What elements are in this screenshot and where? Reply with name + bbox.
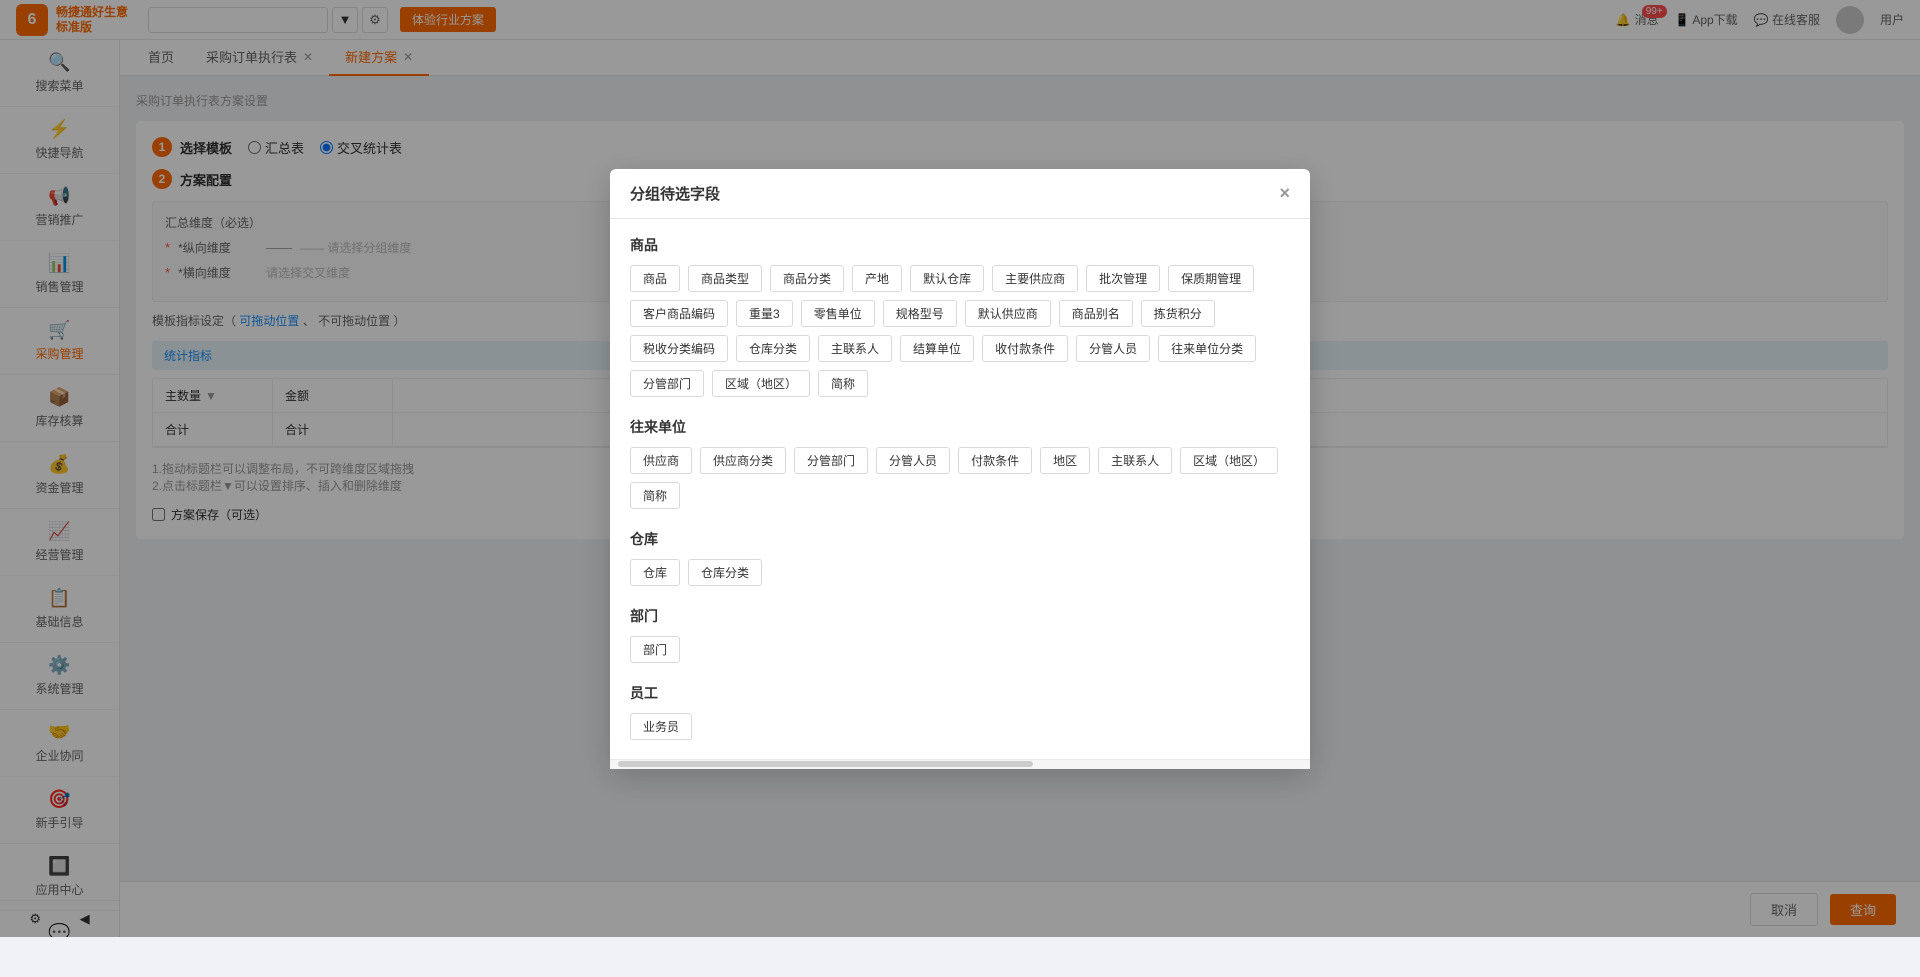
field-tag-goods[interactable]: 商品 (630, 265, 680, 292)
field-tag-supervisor2[interactable]: 分管人员 (876, 447, 950, 474)
field-tag-origin[interactable]: 产地 (852, 265, 902, 292)
field-tag-supplier-category[interactable]: 供应商分类 (700, 447, 786, 474)
field-tag-region-area[interactable]: 区域（地区） (1180, 447, 1278, 474)
field-tag-supervisor[interactable]: 分管人员 (1076, 335, 1150, 362)
field-tag-default-warehouse[interactable]: 默认仓库 (910, 265, 984, 292)
field-tag-dept-managed2[interactable]: 分管部门 (794, 447, 868, 474)
field-tag-dept-managed[interactable]: 分管部门 (630, 370, 704, 397)
field-tag-retail-unit[interactable]: 零售单位 (801, 300, 875, 327)
field-tag-payment-cond[interactable]: 付款条件 (958, 447, 1032, 474)
field-tag-warehouse[interactable]: 仓库 (630, 559, 680, 586)
field-tag-goods-alias[interactable]: 商品别名 (1059, 300, 1133, 327)
modal-close-button[interactable]: × (1279, 183, 1290, 204)
field-tag-region2[interactable]: 地区 (1040, 447, 1090, 474)
field-tag-dept[interactable]: 部门 (630, 636, 680, 663)
field-section-warehouse: 仓库 仓库 仓库分类 (630, 529, 1290, 586)
field-tag-sales-staff[interactable]: 业务员 (630, 713, 692, 740)
field-tag-expiry-mgmt[interactable]: 保质期管理 (1168, 265, 1254, 292)
modal-scrollbar-x[interactable] (610, 759, 1310, 769)
dept-section-title: 部门 (630, 606, 1290, 626)
field-tag-default-supplier[interactable]: 默认供应商 (965, 300, 1051, 327)
dept-field-tags: 部门 (630, 636, 1290, 663)
field-tag-warehouse-category[interactable]: 仓库分类 (736, 335, 810, 362)
goods-field-tags: 商品 商品类型 商品分类 产地 默认仓库 主要供应商 批次管理 保质期管理 客户… (630, 265, 1290, 397)
field-section-goods: 商品 商品 商品类型 商品分类 产地 默认仓库 主要供应商 批次管理 保质期管理… (630, 235, 1290, 397)
field-tag-batch-mgmt[interactable]: 批次管理 (1086, 265, 1160, 292)
field-tag-goods-type[interactable]: 商品类型 (688, 265, 762, 292)
modal-title: 分组待选字段 (630, 183, 720, 204)
field-section-employee: 员工 业务员 (630, 683, 1290, 740)
goods-section-title: 商品 (630, 235, 1290, 255)
field-tag-region[interactable]: 区域（地区） (712, 370, 810, 397)
modal-body[interactable]: 商品 商品 商品类型 商品分类 产地 默认仓库 主要供应商 批次管理 保质期管理… (610, 219, 1310, 759)
field-section-dept: 部门 部门 (630, 606, 1290, 663)
field-tag-main-supplier[interactable]: 主要供应商 (992, 265, 1078, 292)
modal-overlay: 分组待选字段 × 商品 商品 商品类型 商品分类 产地 默认仓库 主要供应商 批… (0, 0, 1920, 937)
scrollbar-thumb (618, 761, 1033, 767)
field-tag-goods-category[interactable]: 商品分类 (770, 265, 844, 292)
field-tag-main-contact2[interactable]: 主联系人 (1098, 447, 1172, 474)
field-tag-short-name2[interactable]: 简称 (630, 482, 680, 509)
field-tag-supplier[interactable]: 供应商 (630, 447, 692, 474)
field-tag-warehouse-cat[interactable]: 仓库分类 (688, 559, 762, 586)
modal-dialog: 分组待选字段 × 商品 商品 商品类型 商品分类 产地 默认仓库 主要供应商 批… (610, 169, 1310, 769)
employee-section-title: 员工 (630, 683, 1290, 703)
modal-header: 分组待选字段 × (610, 169, 1310, 219)
field-tag-unit-category[interactable]: 往来单位分类 (1158, 335, 1256, 362)
field-tag-payment-terms[interactable]: 收付款条件 (982, 335, 1068, 362)
field-tag-customer-code[interactable]: 客户商品编码 (630, 300, 728, 327)
employee-field-tags: 业务员 (630, 713, 1290, 740)
field-tag-tax-code[interactable]: 税收分类编码 (630, 335, 728, 362)
counterparty-section-title: 往来单位 (630, 417, 1290, 437)
field-tag-pick-points[interactable]: 拣货积分 (1141, 300, 1215, 327)
field-tag-short-name[interactable]: 简称 (818, 370, 868, 397)
field-section-counterparty: 往来单位 供应商 供应商分类 分管部门 分管人员 付款条件 地区 主联系人 区域… (630, 417, 1290, 509)
warehouse-field-tags: 仓库 仓库分类 (630, 559, 1290, 586)
field-tag-settlement-unit[interactable]: 结算单位 (900, 335, 974, 362)
counterparty-field-tags: 供应商 供应商分类 分管部门 分管人员 付款条件 地区 主联系人 区域（地区） … (630, 447, 1290, 509)
field-tag-weight[interactable]: 重量3 (736, 300, 793, 327)
field-tag-main-contact[interactable]: 主联系人 (818, 335, 892, 362)
field-tag-spec-model[interactable]: 规格型号 (883, 300, 957, 327)
warehouse-section-title: 仓库 (630, 529, 1290, 549)
